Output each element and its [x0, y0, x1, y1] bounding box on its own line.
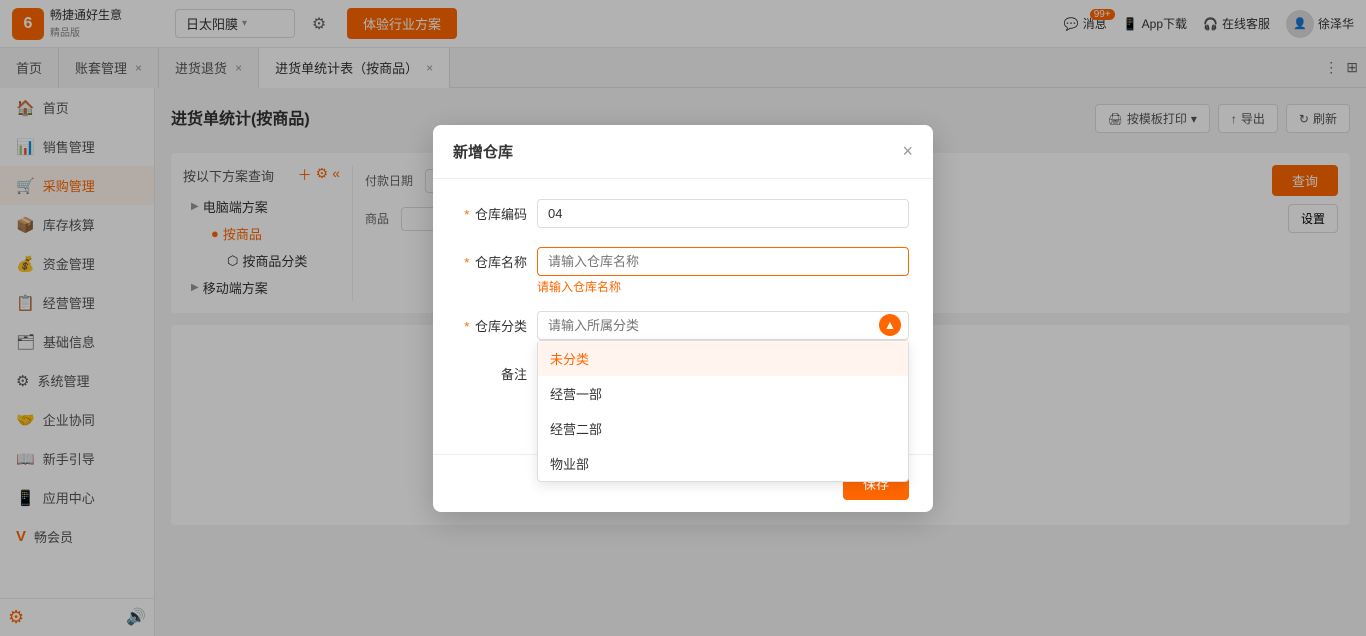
form-row-name: * 仓库名称 请输入仓库名称	[457, 247, 909, 295]
code-label: * 仓库编码	[457, 199, 537, 231]
form-row-code: * 仓库编码	[457, 199, 909, 231]
dropdown-item-3[interactable]: 物业部	[538, 446, 908, 481]
category-input-wrap: ▲	[537, 311, 909, 340]
name-label: * 仓库名称	[457, 247, 537, 279]
name-error-msg: 请输入仓库名称	[537, 278, 909, 295]
dialog-header: 新增仓库 ×	[433, 125, 933, 179]
code-control-wrap	[537, 199, 909, 228]
name-input[interactable]	[537, 247, 909, 276]
note-label: 备注	[457, 359, 537, 391]
form-row-category: * 仓库分类 ▲ 未分类 经营一部 经营二部 物业部	[457, 311, 909, 343]
dropdown-item-0[interactable]: 未分类	[538, 341, 908, 376]
category-input[interactable]	[537, 311, 909, 340]
category-label: * 仓库分类	[457, 311, 537, 343]
code-input[interactable]	[537, 199, 909, 228]
modal-overlay: 新增仓库 × * 仓库编码 * 仓库名称	[0, 0, 1366, 636]
dialog-body: * 仓库编码 * 仓库名称 请输入仓库名称	[433, 179, 933, 454]
dialog-close-button[interactable]: ×	[902, 141, 913, 162]
category-dropdown: 未分类 经营一部 经营二部 物业部	[537, 340, 909, 482]
category-control-wrap: ▲ 未分类 经营一部 经营二部 物业部	[537, 311, 909, 340]
dropdown-item-1[interactable]: 经营一部	[538, 376, 908, 411]
dialog-title: 新增仓库	[453, 141, 513, 162]
new-warehouse-dialog: 新增仓库 × * 仓库编码 * 仓库名称	[433, 125, 933, 512]
name-control-wrap: 请输入仓库名称	[537, 247, 909, 295]
dropdown-item-2[interactable]: 经营二部	[538, 411, 908, 446]
category-toggle-button[interactable]: ▲	[879, 314, 901, 336]
